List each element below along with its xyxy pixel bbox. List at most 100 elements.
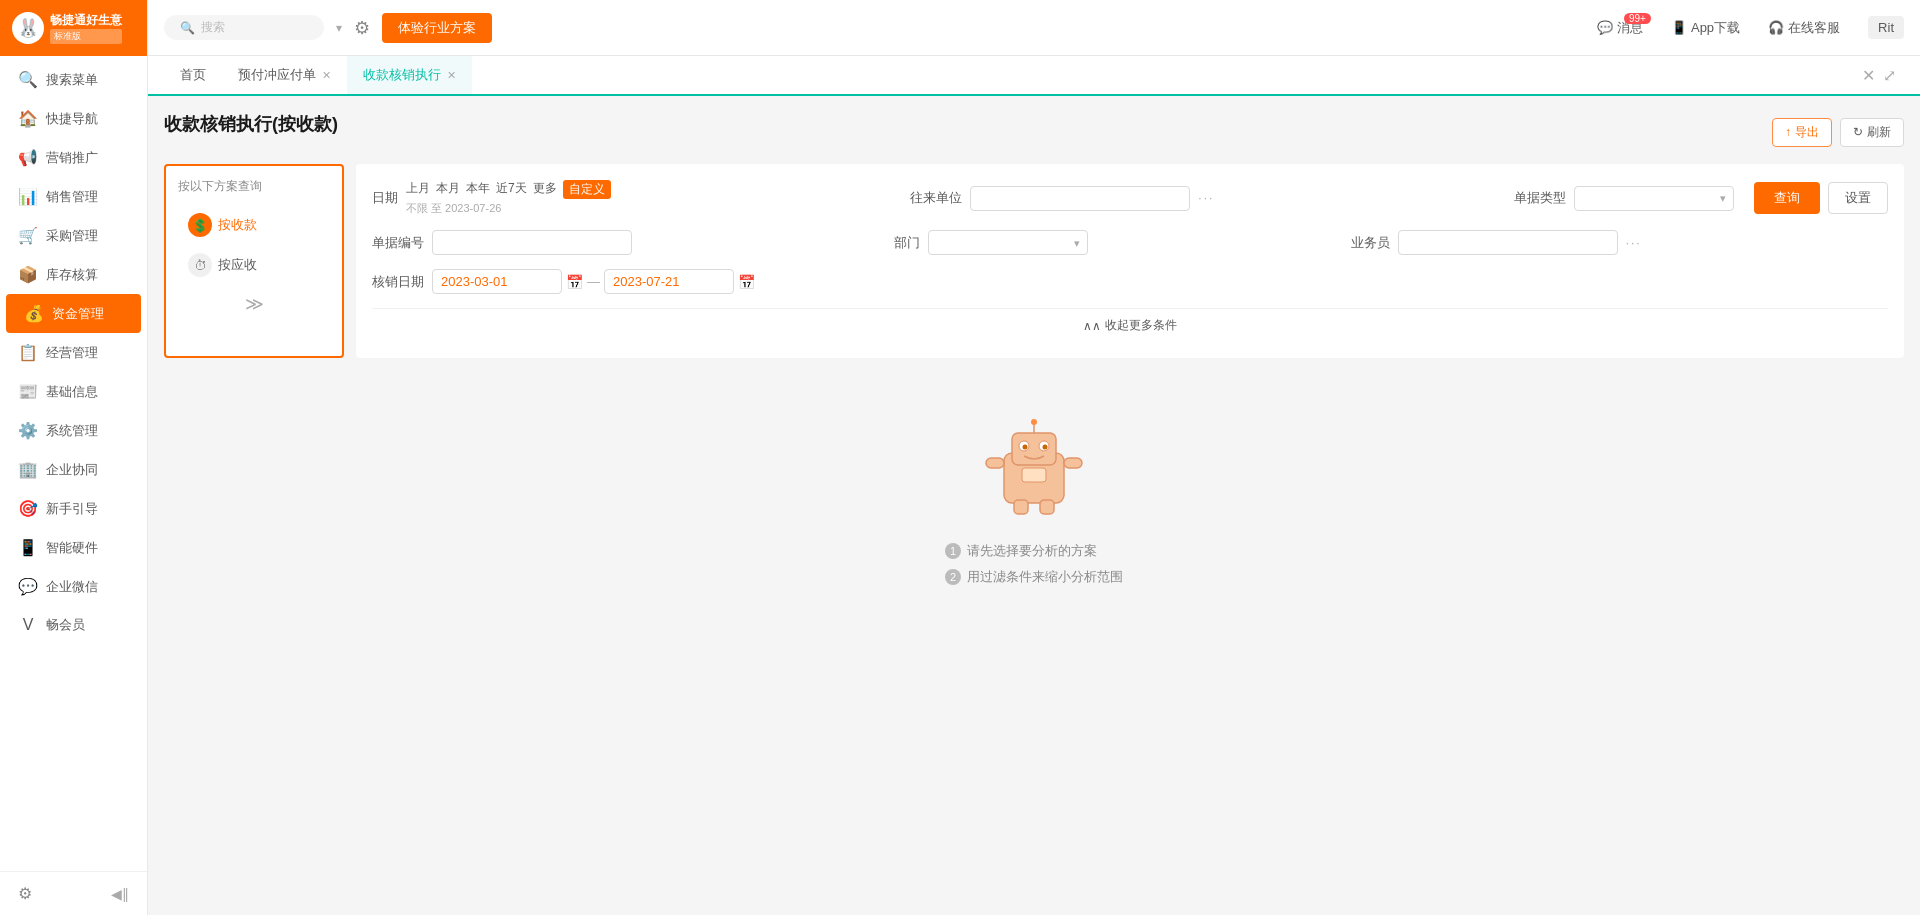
sidebar-footer: ⚙ ◀‖ <box>0 871 147 915</box>
dept-field: 部门 ▾ <box>894 230 1088 255</box>
sidebar-item-label: 营销推广 <box>46 149 98 167</box>
filter-option-by-receipt[interactable]: 💲 按收款 <box>178 205 330 245</box>
sidebar-item-basic-info[interactable]: 📰 基础信息 <box>0 372 147 411</box>
sidebar-item-corp-collab[interactable]: 🏢 企业协同 <box>0 450 147 489</box>
svg-rect-12 <box>1022 468 1046 482</box>
staff-label: 业务员 <box>1351 234 1390 252</box>
tab-expand-icon[interactable]: ⤢ <box>1883 66 1896 85</box>
staff-more-icon[interactable]: ··· <box>1626 236 1642 250</box>
settings-footer-icon[interactable]: ⚙ <box>18 884 32 903</box>
search-menu-icon: 🔍 <box>18 70 38 89</box>
date-this-month[interactable]: 本月 <box>436 180 460 199</box>
doc-no-label: 单据编号 <box>372 234 424 252</box>
page-content: 收款核销执行(按收款) ↑ 导出 ↻ 刷新 按以下方案查询 💲 按收款 <box>148 96 1920 915</box>
app-download-button[interactable]: 📱 App下载 <box>1671 19 1740 37</box>
dept-select[interactable] <box>928 230 1088 255</box>
date-last-7days[interactable]: 近7天 <box>496 180 527 199</box>
date-field: 日期 上月 本月 本年 近7天 更多 自定义 不限 <box>372 180 611 216</box>
date-range-hint: 不限 至 2023-07-26 <box>406 201 611 216</box>
sidebar-item-search-menu[interactable]: 🔍 搜索菜单 <box>0 60 147 99</box>
staff-field: 业务员 ··· <box>1351 230 1642 255</box>
counterpart-input[interactable] <box>970 186 1190 211</box>
filter-option-by-receivable[interactable]: ⏱ 按应收 <box>178 245 330 285</box>
doc-no-input[interactable] <box>432 230 632 255</box>
sidebar-item-finance[interactable]: 💰 资金管理 <box>6 294 141 333</box>
sidebar-item-label: 搜索菜单 <box>46 71 98 89</box>
sidebar-item-quick-nav[interactable]: 🏠 快捷导航 <box>0 99 147 138</box>
sidebar-item-label: 企业微信 <box>46 578 98 596</box>
doc-type-select[interactable] <box>1574 186 1734 211</box>
finance-icon: 💰 <box>24 304 44 323</box>
sidebar-item-label: 新手引导 <box>46 500 98 518</box>
counterpart-more-icon[interactable]: ··· <box>1198 191 1214 205</box>
receipt-option-icon: 💲 <box>188 213 212 237</box>
svg-rect-1 <box>1012 433 1056 465</box>
message-button[interactable]: 💬 消息 99+ <box>1597 19 1643 37</box>
date-last-month[interactable]: 上月 <box>406 180 430 199</box>
sidebar-item-marketing[interactable]: 📢 营销推广 <box>0 138 147 177</box>
date-more[interactable]: 更多 <box>533 180 557 199</box>
search-icon: 🔍 <box>180 21 195 35</box>
staff-input[interactable] <box>1398 230 1618 255</box>
sidebar-item-sales[interactable]: 📊 销售管理 <box>0 177 147 216</box>
logo-icon: 🐰 <box>12 12 44 44</box>
doc-type-select-wrap: ▾ <box>1574 186 1734 211</box>
date-this-year[interactable]: 本年 <box>466 180 490 199</box>
tab-close-window-icon[interactable]: ✕ <box>1862 66 1875 85</box>
verify-date-start-cal-icon[interactable]: 📅 <box>566 274 583 290</box>
tab-close-active-icon[interactable]: ✕ <box>447 69 456 82</box>
sidebar-item-label: 资金管理 <box>52 305 104 323</box>
tab-close-icon[interactable]: ✕ <box>322 69 331 82</box>
corp-collab-icon: 🏢 <box>18 460 38 479</box>
svg-point-5 <box>1043 445 1048 450</box>
header-search-bar[interactable]: 🔍 搜索 <box>164 15 324 40</box>
filter-row-2: 单据编号 部门 ▾ <box>372 230 1888 255</box>
inventory-icon: 📦 <box>18 265 38 284</box>
date-custom[interactable]: 自定义 <box>563 180 611 199</box>
refresh-icon: ↻ <box>1853 125 1863 139</box>
settings-button[interactable]: 设置 <box>1828 182 1888 214</box>
smart-hw-icon: 📱 <box>18 538 38 557</box>
sidebar-collapse-button[interactable]: ◀‖ <box>111 886 129 902</box>
dept-label: 部门 <box>894 234 920 252</box>
sidebar-item-inventory[interactable]: 📦 库存核算 <box>0 255 147 294</box>
sidebar-item-smart-hw[interactable]: 📱 智能硬件 <box>0 528 147 567</box>
sidebar-item-operations[interactable]: 📋 经营管理 <box>0 333 147 372</box>
header-gear-icon[interactable]: ⚙ <box>354 17 370 39</box>
svg-point-4 <box>1023 445 1028 450</box>
refresh-button[interactable]: ↻ 刷新 <box>1840 118 1904 147</box>
tab-home[interactable]: 首页 <box>164 56 222 94</box>
sidebar-item-system[interactable]: ⚙️ 系统管理 <box>0 411 147 450</box>
header-chevron-icon[interactable]: ▾ <box>336 21 342 35</box>
filter-sidebar-collapse[interactable]: ≫ <box>178 293 330 315</box>
tab-bar: 首页 预付冲应付单 ✕ 收款核销执行 ✕ ✕ ⤢ <box>148 56 1920 96</box>
doc-type-field: 单据类型 ▾ 查询 设置 <box>1514 182 1888 214</box>
sidebar-item-guide[interactable]: 🎯 新手引导 <box>0 489 147 528</box>
collapse-more-label: 收起更多条件 <box>1105 317 1177 334</box>
query-button[interactable]: 查询 <box>1754 182 1820 214</box>
verify-date-start-input[interactable] <box>432 269 562 294</box>
sidebar-item-purchase[interactable]: 🛒 采购管理 <box>0 216 147 255</box>
verify-date-end-input[interactable] <box>604 269 734 294</box>
verify-date-end-cal-icon[interactable]: 📅 <box>738 274 755 290</box>
corp-wechat-icon: 💬 <box>18 577 38 596</box>
purchase-icon: 🛒 <box>18 226 38 245</box>
solution-button[interactable]: 体验行业方案 <box>382 13 492 43</box>
filter-sidebar: 按以下方案查询 💲 按收款 ⏱ 按应收 ≫ <box>164 164 344 358</box>
collapse-more-bar[interactable]: ∧∧ 收起更多条件 <box>372 308 1888 342</box>
online-service-button[interactable]: 🎧 在线客服 <box>1768 19 1840 37</box>
user-menu[interactable]: Rit <box>1868 16 1904 39</box>
sidebar-item-label: 系统管理 <box>46 422 98 440</box>
sidebar-item-label: 智能硬件 <box>46 539 98 557</box>
operations-icon: 📋 <box>18 343 38 362</box>
sidebar-item-label: 经营管理 <box>46 344 98 362</box>
tab-prepay-offset[interactable]: 预付冲应付单 ✕ <box>222 56 347 96</box>
export-button[interactable]: ↑ 导出 <box>1772 118 1832 147</box>
basic-info-icon: 📰 <box>18 382 38 401</box>
receivable-option-icon: ⏱ <box>188 253 212 277</box>
sales-icon: 📊 <box>18 187 38 206</box>
svg-rect-11 <box>1040 500 1054 514</box>
sidebar-item-vip[interactable]: V 畅会员 <box>0 606 147 644</box>
sidebar-item-corp-wechat[interactable]: 💬 企业微信 <box>0 567 147 606</box>
tab-receivable-offset[interactable]: 收款核销执行 ✕ <box>347 56 472 96</box>
